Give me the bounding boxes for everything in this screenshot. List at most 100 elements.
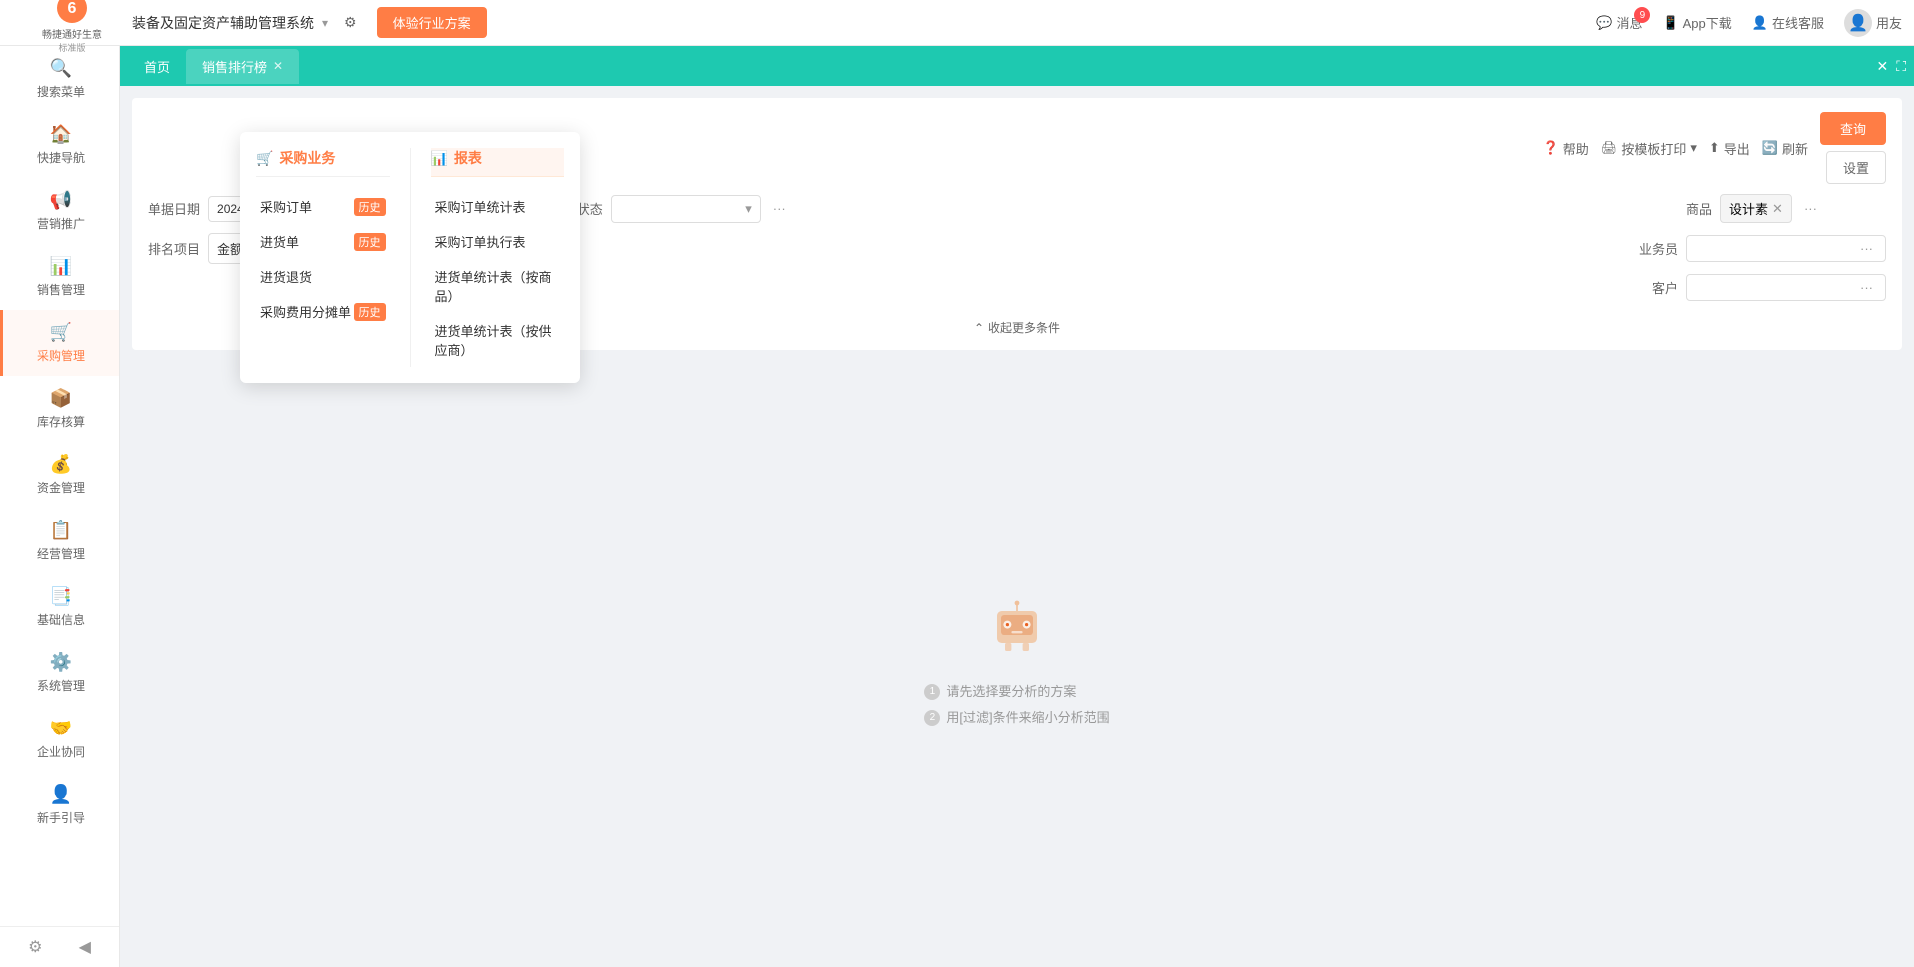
customer-more-icon: ··· (1856, 280, 1877, 295)
stock-stat-supplier-label: 进货单统计表（按供应商） (435, 321, 561, 359)
sidebar-item-base[interactable]: 📑 基础信息 (0, 574, 119, 640)
sidebar-label-marketing: 营销推广 (37, 215, 85, 232)
status-more-icon[interactable]: ··· (769, 201, 790, 216)
print-chevron-icon[interactable]: ▾ (1690, 140, 1697, 156)
customer-select[interactable]: ··· (1686, 274, 1886, 301)
collapse-sidebar-icon[interactable]: ◀ (79, 937, 91, 957)
purchase-order-exec-label: 采购订单执行表 (435, 232, 526, 251)
sidebar-bottom: ⚙ ◀ (0, 926, 119, 967)
sidebar-item-system[interactable]: ⚙️ 系统管理 (0, 640, 119, 706)
sidebar-item-purchase[interactable]: 🛒 采购管理 (0, 310, 119, 376)
tab-sales-ranking-label: 销售排行榜 (202, 57, 267, 76)
topbar-settings-icon[interactable]: ⚙ (344, 14, 357, 31)
dropdown-stock-return[interactable]: 进货退货 (256, 259, 390, 294)
goods-tag[interactable]: 设计素 ✕ (1720, 194, 1792, 223)
purchase-section-icon: 🛒 (256, 150, 273, 167)
print-icon: 🖨 (1601, 140, 1618, 156)
report-section-icon: 📊 (431, 150, 448, 167)
operations-icon: 📋 (50, 520, 72, 541)
refresh-icon: 🔄 (1762, 140, 1778, 156)
tab-maximize-icon[interactable]: ⛶ (1896, 58, 1906, 75)
sidebar-label-enterprise: 企业协同 (37, 743, 85, 760)
dropdown-purchase-order-stat[interactable]: 采购订单统计表 (431, 189, 565, 224)
industry-btn[interactable]: 体验行业方案 (377, 7, 487, 38)
dropdown-stock-stat-goods[interactable]: 进货单统计表（按商品） (431, 259, 565, 313)
sidebar-label-system: 系统管理 (37, 677, 85, 694)
collapse-button[interactable]: ⌃ 收起更多条件 (974, 319, 1060, 336)
title-chevron-icon[interactable]: ▾ (322, 16, 328, 30)
system-icon: ⚙️ (50, 652, 72, 673)
user-label: 用友 (1876, 13, 1902, 32)
filter-goods-item: 商品 设计素 ✕ ··· (1686, 194, 1886, 223)
help-item[interactable]: ❓ 帮助 (1543, 139, 1589, 158)
purchase-order-label: 采购订单 (260, 197, 312, 216)
date-label: 单据日期 (148, 199, 200, 218)
dropdown-purchase-expense[interactable]: 采购费用分摊单 历史 (256, 294, 390, 329)
sidebar-label-search: 搜索菜单 (37, 83, 85, 100)
finance-icon: 💰 (50, 454, 72, 475)
user-item[interactable]: 👤 用友 (1844, 9, 1902, 37)
salesperson-select[interactable]: ··· (1686, 235, 1886, 262)
tip-text-1: 请先选择要分析的方案 (946, 679, 1076, 705)
sidebar-item-marketing[interactable]: 📢 营销推广 (0, 178, 119, 244)
tab-sales-ranking[interactable]: 销售排行榜 ✕ (186, 49, 299, 84)
message-icon: 💬 (1596, 15, 1612, 31)
sidebar-item-enterprise[interactable]: 🤝 企业协同 (0, 706, 119, 772)
empty-illustration (977, 587, 1057, 667)
refresh-item[interactable]: 🔄 刷新 (1762, 139, 1808, 158)
search-icon: 🔍 (50, 58, 72, 79)
dropdown-purchase-order-exec[interactable]: 采购订单执行表 (431, 224, 565, 259)
query-button[interactable]: 查询 (1820, 112, 1886, 145)
dropdown-purchase-header: 🛒 采购业务 (256, 148, 390, 177)
topbar-title-area: 装备及固定资产辅助管理系统 ▾ ⚙ 体验行业方案 (132, 7, 1596, 38)
dropdown-stock-stat-supplier[interactable]: 进货单统计表（按供应商） (431, 313, 565, 367)
stock-in-label: 进货单 (260, 232, 299, 251)
dropdown-purchase-order[interactable]: 采购订单 历史 (256, 189, 390, 224)
settings-button[interactable]: 设置 (1826, 151, 1886, 184)
goods-label: 商品 (1686, 199, 1712, 218)
sidebar-label-purchase: 采购管理 (37, 347, 85, 364)
sidebar-item-newbie[interactable]: 👤 新手引导 (0, 772, 119, 838)
report-section-title: 报表 (454, 148, 482, 168)
dropdown-stock-in[interactable]: 进货单 历史 (256, 224, 390, 259)
empty-state: 1 请先选择要分析的方案 2 用[过滤]条件来缩小分析范围 (132, 362, 1902, 955)
sidebar-item-operations[interactable]: 📋 经营管理 (0, 508, 119, 574)
status-chevron-icon: ▾ (745, 201, 752, 217)
online-service-item[interactable]: 👤 在线客服 (1752, 13, 1824, 32)
sidebar-item-search[interactable]: 🔍 搜索菜单 (0, 46, 119, 112)
filter-salesperson-item: 业务员 ··· (1639, 235, 1886, 262)
export-icon: ⬆ (1709, 140, 1720, 156)
logo[interactable]: 6 畅捷通好生意 标准版 (12, 0, 132, 54)
enterprise-icon: 🤝 (50, 718, 72, 739)
tab-close-icon[interactable]: ✕ (273, 59, 283, 73)
collapse-up-icon: ⌃ (974, 321, 984, 335)
service-icon: 👤 (1752, 15, 1768, 31)
system-title[interactable]: 装备及固定资产辅助管理系统 (132, 13, 314, 33)
goods-more-icon[interactable]: ··· (1800, 201, 1821, 216)
app-download-item[interactable]: 📱 App下载 (1662, 13, 1731, 32)
sidebar-item-inventory[interactable]: 📦 库存核算 (0, 376, 119, 442)
sidebar-label-sales: 销售管理 (37, 281, 85, 298)
sidebar-item-quick-nav[interactable]: 🏠 快捷导航 (0, 112, 119, 178)
export-item[interactable]: ⬆ 导出 (1709, 139, 1750, 158)
app-download-label: App下载 (1683, 13, 1732, 32)
sidebar-item-sales[interactable]: 📊 销售管理 (0, 244, 119, 310)
dropdown-report-header: 📊 报表 (431, 148, 565, 177)
sidebar-item-finance[interactable]: 💰 资金管理 (0, 442, 119, 508)
purchase-expense-history-badge: 历史 (354, 303, 386, 321)
topbar-right: 💬 消息 9 📱 App下载 👤 在线客服 👤 用友 (1596, 9, 1902, 37)
purchase-order-history-badge: 历史 (354, 198, 386, 216)
dropdown-purchase-col: 🛒 采购业务 采购订单 历史 进货单 历史 进货退货 采购费用分摊单 历史 (256, 148, 390, 367)
tab-close-all-icon[interactable]: ✕ (1876, 58, 1888, 75)
notification-item[interactable]: 💬 消息 9 (1596, 13, 1642, 32)
tab-home[interactable]: 首页 (128, 49, 186, 84)
purchase-order-stat-label: 采购订单统计表 (435, 197, 526, 216)
purchase-expense-label: 采购费用分摊单 (260, 302, 351, 321)
settings-bottom-icon[interactable]: ⚙ (28, 937, 42, 957)
newbie-icon: 👤 (50, 784, 72, 805)
status-select[interactable]: ▾ (611, 195, 761, 223)
goods-tag-close-icon[interactable]: ✕ (1772, 201, 1783, 217)
print-item[interactable]: 🖨 按模板打印 ▾ (1601, 139, 1697, 158)
filter-status-item: 单据状态 ▾ ··· (551, 195, 790, 223)
sidebar-label-inventory: 库存核算 (37, 413, 85, 430)
